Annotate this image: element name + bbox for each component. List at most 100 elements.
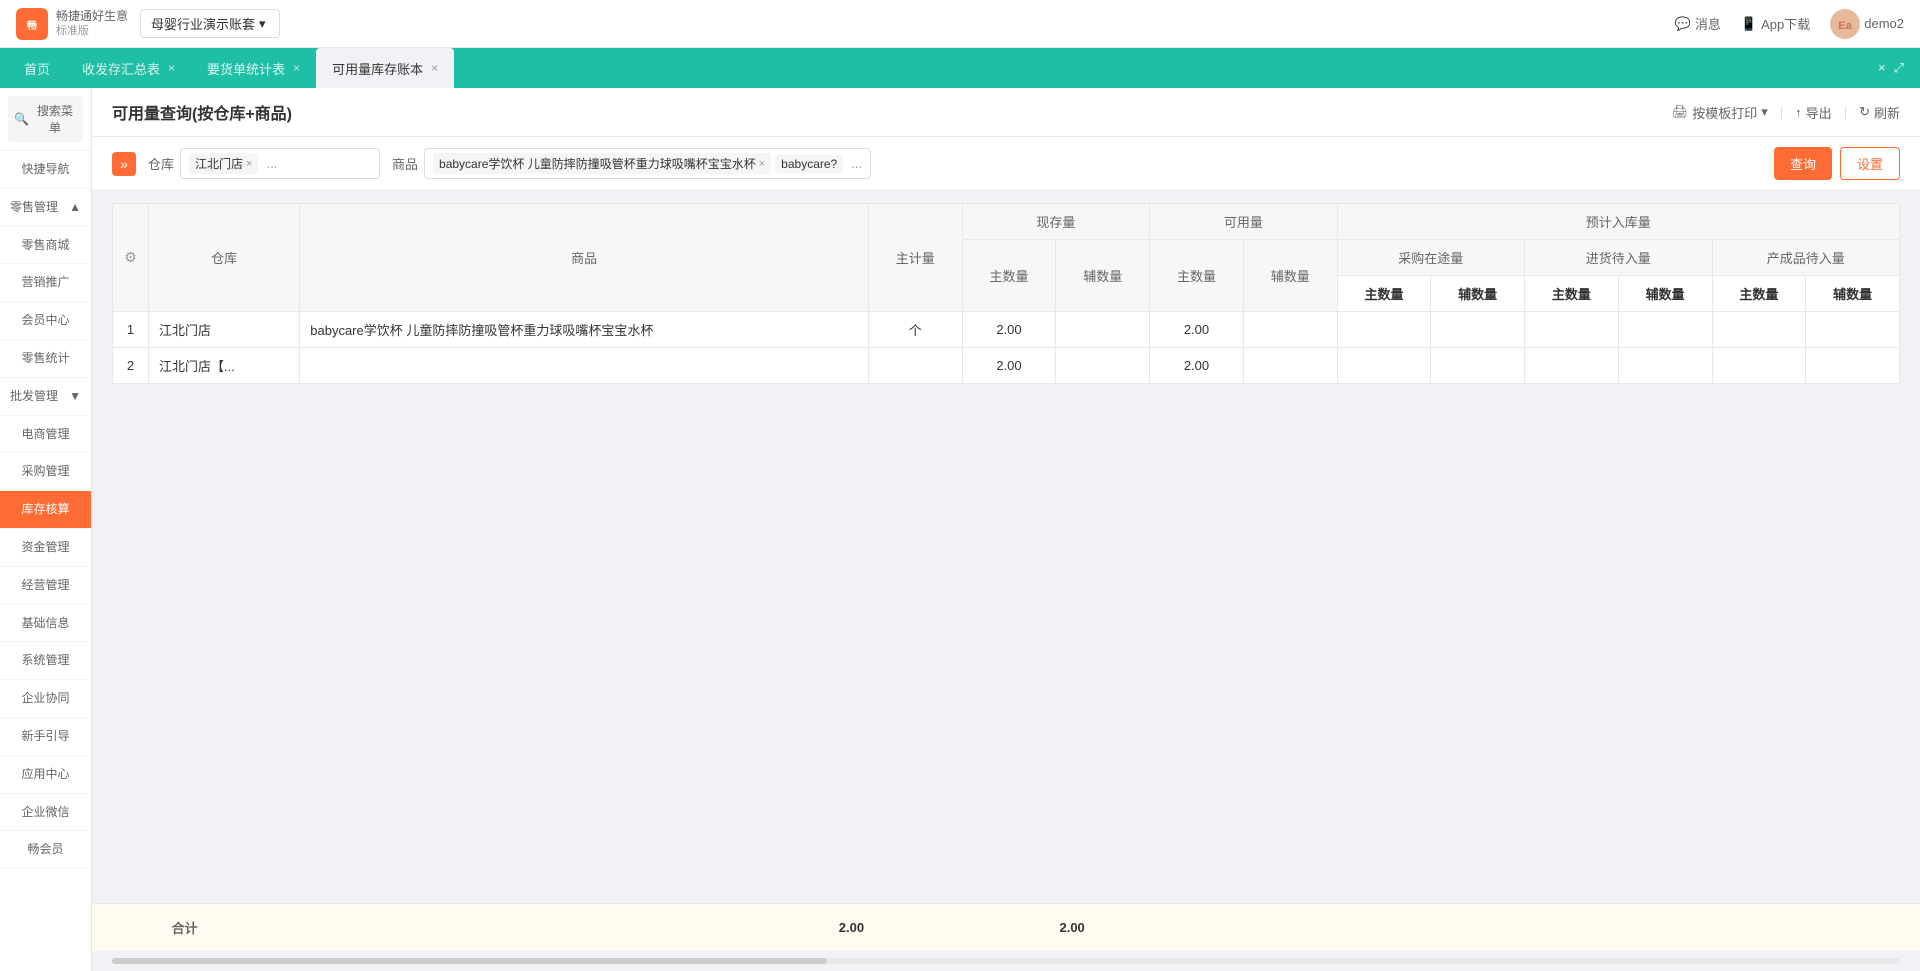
scrollbar-area <box>92 951 1920 971</box>
horizontal-scrollbar[interactable] <box>112 958 1900 964</box>
sidebar-item-enterprise-collab[interactable]: 企业协同 <box>0 680 91 718</box>
col-mainunit-header: 主计量 <box>868 204 962 312</box>
filter-expand-btn[interactable]: » <box>112 152 136 176</box>
sidebar-item-member-center[interactable]: 会员中心 <box>0 302 91 340</box>
cell-product: babycare学饮杯 儿童防摔防撞吸管杯重力球吸嘴杯宝宝水杯 <box>300 312 869 348</box>
col-inbound-main-header: 主数量 <box>1525 276 1619 312</box>
sidebar-item-app-center[interactable]: 应用中心 <box>0 756 91 794</box>
print-icon: 🖨 <box>1672 104 1689 120</box>
tab-bar: 首页 收发存汇总表 × 要货单统计表 × 可用量库存账本 × × ⤢ <box>0 48 1920 88</box>
tab-close-receivable[interactable]: × <box>168 61 175 75</box>
sidebar-item-quick-nav[interactable]: 快捷导航 <box>0 151 91 189</box>
search-menu-btn[interactable]: 🔍 搜索菜单 <box>8 96 83 142</box>
sidebar-item-enterprise-wechat[interactable]: 企业微信 <box>0 794 91 832</box>
settings-button[interactable]: 设置 <box>1840 147 1900 180</box>
cell-seq: 2 <box>113 348 149 384</box>
cell-production-main <box>1712 348 1806 384</box>
sidebar-item-retail-mgmt[interactable]: 零售管理 ▲ <box>0 189 91 227</box>
tab-close-order-stat[interactable]: × <box>293 61 300 75</box>
table-settings-icon[interactable]: ⚙ <box>124 249 137 265</box>
product-tag-2: babycare? <box>775 155 843 173</box>
tab-order-stat[interactable]: 要货单统计表 × <box>191 48 316 88</box>
cell-main-unit <box>868 348 962 384</box>
refresh-btn[interactable]: ↻ 刷新 <box>1859 103 1900 122</box>
user-avatar-area[interactable]: Ea demo2 <box>1830 9 1904 39</box>
print-arrow-icon: ▾ <box>1761 104 1768 120</box>
cell-purchase-sub <box>1431 312 1525 348</box>
chevron-down-icon: ▾ <box>259 16 266 32</box>
sidebar-item-finance-mgmt[interactable]: 资金管理 <box>0 529 91 567</box>
warehouse-tag-remove[interactable]: × <box>246 158 252 170</box>
cell-avail-sub <box>1243 312 1337 348</box>
sidebar-item-retail-stats[interactable]: 零售统计 <box>0 340 91 378</box>
total-stock-main: 2.00 <box>796 914 906 941</box>
query-button[interactable]: 查询 <box>1774 147 1832 180</box>
close-window-icon[interactable]: × <box>1878 60 1886 76</box>
refresh-icon: ↻ <box>1859 104 1870 120</box>
col-production-main-header: 主数量 <box>1712 276 1806 312</box>
industry-selector[interactable]: 母婴行业演示账套 ▾ <box>140 9 280 38</box>
col-stock-main-header: 主数量 <box>962 240 1056 312</box>
product-tag-1-remove[interactable]: × <box>759 158 765 170</box>
sidebar-item-new-guide[interactable]: 新手引导 <box>0 718 91 756</box>
cell-avail-main: 2.00 <box>1150 348 1244 384</box>
app-download-btn[interactable]: 📱 App下载 <box>1741 14 1810 33</box>
table-row: 2 江北门店【... 2.00 2.00 <box>113 348 1900 384</box>
export-btn[interactable]: ↑ 导出 <box>1795 103 1832 122</box>
cell-warehouse: 江北门店 <box>149 312 300 348</box>
footer-table: 合计 2.00 2.00 <box>112 914 1900 941</box>
cell-purchase-main <box>1337 312 1431 348</box>
arrow-icon: ▲ <box>69 199 81 216</box>
warehouse-input[interactable]: 江北门店 × ... <box>180 148 380 179</box>
scrollbar-thumb[interactable] <box>112 958 827 964</box>
sidebar-item-retail-mall[interactable]: 零售商城 <box>0 227 91 265</box>
message-btn[interactable]: 💬 消息 <box>1675 14 1721 33</box>
tab-close-inventory[interactable]: × <box>431 61 438 75</box>
col-avail-group-header: 可用量 <box>1150 204 1337 240</box>
top-bar: 畅 畅捷通好生意 标准版 母婴行业演示账套 ▾ 💬 消息 📱 App下载 Ea … <box>0 0 1920 48</box>
cell-stock-main: 2.00 <box>962 312 1056 348</box>
sidebar-item-inventory-mgmt[interactable]: 库存核算 <box>0 491 91 529</box>
sidebar-item-system-mgmt[interactable]: 系统管理 <box>0 642 91 680</box>
cell-stock-sub <box>1056 348 1150 384</box>
maximize-icon[interactable]: ⤢ <box>1894 60 1904 76</box>
sidebar-item-ecom-mgmt[interactable]: 电商管理 <box>0 416 91 454</box>
table-area: ⚙ 仓库 商品 主计量 现存量 可用量 预计入库量 主数量 辅数量 主数量 辅数… <box>92 191 1920 903</box>
cell-product <box>300 348 869 384</box>
sidebar-item-purchase-mgmt[interactable]: 采购管理 <box>0 453 91 491</box>
product-input[interactable]: babycare学饮杯 儿童防摔防撞吸管杯重力球吸嘴杯宝宝水杯 × babyca… <box>424 148 871 179</box>
tab-inventory[interactable]: 可用量库存账本 × <box>316 48 454 88</box>
filter-actions: 查询 设置 <box>1774 147 1900 180</box>
col-product-header: 商品 <box>300 204 869 312</box>
warehouse-filter: 仓库 江北门店 × ... <box>148 148 380 179</box>
col-avail-sub-header: 辅数量 <box>1243 240 1337 312</box>
filter-bar: » 仓库 江北门店 × ... 商品 babycare学饮杯 儿童防摔防撞吸管杯… <box>92 137 1920 191</box>
sidebar-search-area: 🔍 搜索菜单 <box>0 88 91 151</box>
cell-avail-sub <box>1243 348 1337 384</box>
cell-seq: 1 <box>113 312 149 348</box>
sidebar: 🔍 搜索菜单 快捷导航 零售管理 ▲ 零售商城 营销推广 会员中心 零售统计 批… <box>0 88 92 971</box>
tab-home[interactable]: 首页 <box>8 48 66 88</box>
cell-production-sub <box>1806 312 1900 348</box>
message-icon: 💬 <box>1675 16 1691 32</box>
logo-icon: 畅 <box>16 8 48 40</box>
sidebar-item-member[interactable]: 畅会员 <box>0 831 91 869</box>
arrow-icon-wholesale: ▼ <box>69 388 81 405</box>
col-settings-header: ⚙ <box>113 204 149 312</box>
cell-purchase-main <box>1337 348 1431 384</box>
brand-area: 畅 畅捷通好生意 标准版 <box>16 8 128 40</box>
brand-text: 畅捷通好生意 标准版 <box>56 9 128 39</box>
col-inbound-sub-header: 辅数量 <box>1618 276 1712 312</box>
export-icon: ↑ <box>1795 105 1802 120</box>
sidebar-item-mkt-promo[interactable]: 营销推广 <box>0 264 91 302</box>
search-icon: 🔍 <box>14 112 29 126</box>
cell-inbound-sub <box>1618 348 1712 384</box>
tab-receivable[interactable]: 收发存汇总表 × <box>66 48 191 88</box>
cell-warehouse: 江北门店【... <box>149 348 300 384</box>
sidebar-item-wholesale-mgmt[interactable]: 批发管理 ▼ <box>0 378 91 416</box>
print-btn[interactable]: 🖨 按模板打印 ▾ <box>1672 103 1768 122</box>
cell-production-sub <box>1806 348 1900 384</box>
sidebar-item-basic-info[interactable]: 基础信息 <box>0 605 91 643</box>
sidebar-item-operation-mgmt[interactable]: 经营管理 <box>0 567 91 605</box>
data-table: ⚙ 仓库 商品 主计量 现存量 可用量 预计入库量 主数量 辅数量 主数量 辅数… <box>112 203 1900 384</box>
